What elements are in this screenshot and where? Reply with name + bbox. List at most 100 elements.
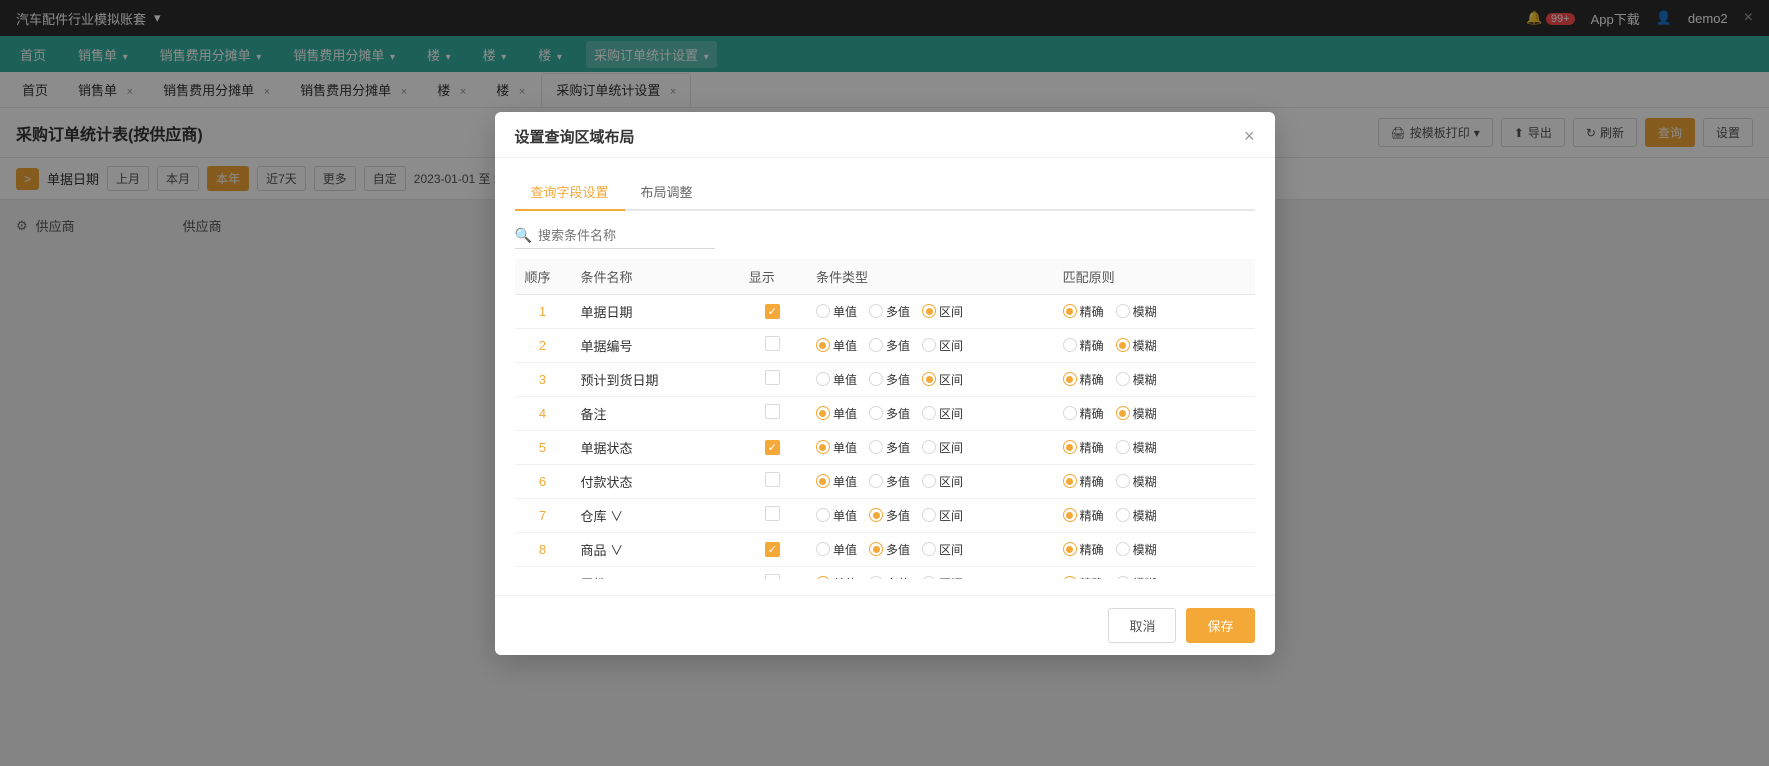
match-radio-item[interactable]: 精确 bbox=[1063, 337, 1104, 354]
match-radio-item[interactable]: 模糊 bbox=[1116, 575, 1157, 579]
row-order: 9 bbox=[515, 566, 571, 579]
type-radio-item[interactable]: 多值 bbox=[869, 337, 910, 354]
radio-dot-icon bbox=[1116, 338, 1130, 352]
type-radio-item[interactable]: 多值 bbox=[869, 405, 910, 422]
type-radio-item[interactable]: 单值 bbox=[816, 405, 857, 422]
row-condition-name: 单据状态 bbox=[571, 430, 739, 464]
match-radio-item[interactable]: 精确 bbox=[1063, 303, 1104, 320]
radio-dot-icon bbox=[922, 542, 936, 556]
radio-dot-icon bbox=[1116, 304, 1130, 318]
row-order: 6 bbox=[515, 464, 571, 498]
match-radio-item[interactable]: 精确 bbox=[1063, 405, 1104, 422]
match-radio-group: 精确模糊 bbox=[1063, 439, 1245, 456]
search-icon: 🔍 bbox=[515, 227, 532, 244]
type-radio-item[interactable]: 区间 bbox=[922, 337, 963, 354]
type-radio-group: 单值多值区间 bbox=[816, 473, 1043, 490]
match-radio-item[interactable]: 模糊 bbox=[1116, 439, 1157, 456]
radio-dot-icon bbox=[1116, 474, 1130, 488]
display-checkbox[interactable] bbox=[765, 574, 780, 579]
display-checkbox[interactable] bbox=[765, 472, 780, 487]
table-row: 6付款状态单值多值区间精确模糊 bbox=[515, 464, 1255, 498]
type-radio-item[interactable]: 单值 bbox=[816, 439, 857, 456]
type-radio-item[interactable]: 区间 bbox=[922, 405, 963, 422]
type-radio-item[interactable]: 区间 bbox=[922, 575, 963, 579]
type-radio-item[interactable]: 多值 bbox=[869, 507, 910, 524]
table-scroll-container: 顺序 条件名称 显示 条件类型 匹配原则 1单据日期单值多值区间精确模糊2单据编… bbox=[515, 259, 1255, 579]
type-radio-item[interactable]: 单值 bbox=[816, 541, 857, 558]
match-radio-group: 精确模糊 bbox=[1063, 337, 1245, 354]
match-radio-item[interactable]: 精确 bbox=[1063, 439, 1104, 456]
type-radio-item[interactable]: 单值 bbox=[816, 507, 857, 524]
type-radio-item[interactable]: 单值 bbox=[816, 575, 857, 579]
search-input[interactable] bbox=[538, 228, 715, 243]
radio-dot-icon bbox=[922, 508, 936, 522]
radio-dot-icon bbox=[1063, 338, 1077, 352]
display-checkbox[interactable] bbox=[765, 542, 780, 557]
tab-layout-adjust[interactable]: 布局调整 bbox=[625, 174, 709, 211]
settings-table: 顺序 条件名称 显示 条件类型 匹配原则 1单据日期单值多值区间精确模糊2单据编… bbox=[515, 259, 1255, 579]
radio-dot-icon bbox=[922, 338, 936, 352]
type-radio-item[interactable]: 区间 bbox=[922, 473, 963, 490]
match-radio-item[interactable]: 模糊 bbox=[1116, 371, 1157, 388]
display-checkbox[interactable] bbox=[765, 336, 780, 351]
type-radio-item[interactable]: 多值 bbox=[869, 473, 910, 490]
row-order: 8 bbox=[515, 532, 571, 566]
radio-dot-icon bbox=[1116, 576, 1130, 579]
match-radio-item[interactable]: 模糊 bbox=[1116, 337, 1157, 354]
match-radio-item[interactable]: 模糊 bbox=[1116, 473, 1157, 490]
radio-dot-icon bbox=[922, 304, 936, 318]
row-order: 1 bbox=[515, 294, 571, 328]
display-checkbox[interactable] bbox=[765, 440, 780, 455]
match-radio-item[interactable]: 精确 bbox=[1063, 575, 1104, 579]
dialog-footer: 取消 保存 bbox=[495, 595, 1275, 655]
match-radio-item[interactable]: 精确 bbox=[1063, 541, 1104, 558]
match-radio-item[interactable]: 模糊 bbox=[1116, 405, 1157, 422]
type-radio-item[interactable]: 多值 bbox=[869, 439, 910, 456]
match-radio-item[interactable]: 模糊 bbox=[1116, 541, 1157, 558]
type-radio-item[interactable]: 多值 bbox=[869, 303, 910, 320]
type-radio-item[interactable]: 单值 bbox=[816, 473, 857, 490]
match-radio-item[interactable]: 精确 bbox=[1063, 371, 1104, 388]
row-order: 5 bbox=[515, 430, 571, 464]
type-radio-item[interactable]: 多值 bbox=[869, 371, 910, 388]
display-checkbox[interactable] bbox=[765, 404, 780, 419]
match-radio-item[interactable]: 精确 bbox=[1063, 473, 1104, 490]
radio-dot-icon bbox=[1116, 406, 1130, 420]
tab-query-field-settings[interactable]: 查询字段设置 bbox=[515, 174, 625, 211]
row-order: 7 bbox=[515, 498, 571, 532]
type-radio-item[interactable]: 多值 bbox=[869, 575, 910, 579]
radio-dot-icon bbox=[922, 474, 936, 488]
dialog-header: 设置查询区域布局 × bbox=[495, 112, 1275, 158]
display-checkbox[interactable] bbox=[765, 506, 780, 521]
cancel-button[interactable]: 取消 bbox=[1108, 608, 1176, 643]
dialog-title: 设置查询区域布局 bbox=[515, 126, 635, 147]
type-radio-item[interactable]: 区间 bbox=[922, 303, 963, 320]
type-radio-item[interactable]: 多值 bbox=[869, 541, 910, 558]
type-radio-group: 单值多值区间 bbox=[816, 337, 1043, 354]
type-radio-item[interactable]: 单值 bbox=[816, 371, 857, 388]
display-checkbox[interactable] bbox=[765, 304, 780, 319]
match-radio-item[interactable]: 模糊 bbox=[1116, 507, 1157, 524]
display-checkbox[interactable] bbox=[765, 370, 780, 385]
save-button[interactable]: 保存 bbox=[1186, 608, 1254, 643]
th-match: 匹配原则 bbox=[1053, 259, 1255, 295]
row-order: 3 bbox=[515, 362, 571, 396]
type-radio-item[interactable]: 区间 bbox=[922, 507, 963, 524]
type-radio-item[interactable]: 单值 bbox=[816, 303, 857, 320]
match-radio-item[interactable]: 精确 bbox=[1063, 507, 1104, 524]
table-row: 4备注单值多值区间精确模糊 bbox=[515, 396, 1255, 430]
type-radio-item[interactable]: 区间 bbox=[922, 439, 963, 456]
match-radio-item[interactable]: 模糊 bbox=[1116, 303, 1157, 320]
type-radio-item[interactable]: 单值 bbox=[816, 337, 857, 354]
radio-dot-icon bbox=[1116, 440, 1130, 454]
type-radio-item[interactable]: 区间 bbox=[922, 371, 963, 388]
radio-dot-icon bbox=[816, 542, 830, 556]
radio-dot-icon bbox=[816, 338, 830, 352]
type-radio-item[interactable]: 区间 bbox=[922, 541, 963, 558]
table-head: 顺序 条件名称 显示 条件类型 匹配原则 bbox=[515, 259, 1255, 295]
radio-dot-icon bbox=[816, 576, 830, 579]
type-radio-group: 单值多值区间 bbox=[816, 507, 1043, 524]
radio-dot-icon bbox=[922, 372, 936, 386]
dialog-close-icon[interactable]: × bbox=[1244, 127, 1255, 145]
radio-dot-icon bbox=[869, 508, 883, 522]
